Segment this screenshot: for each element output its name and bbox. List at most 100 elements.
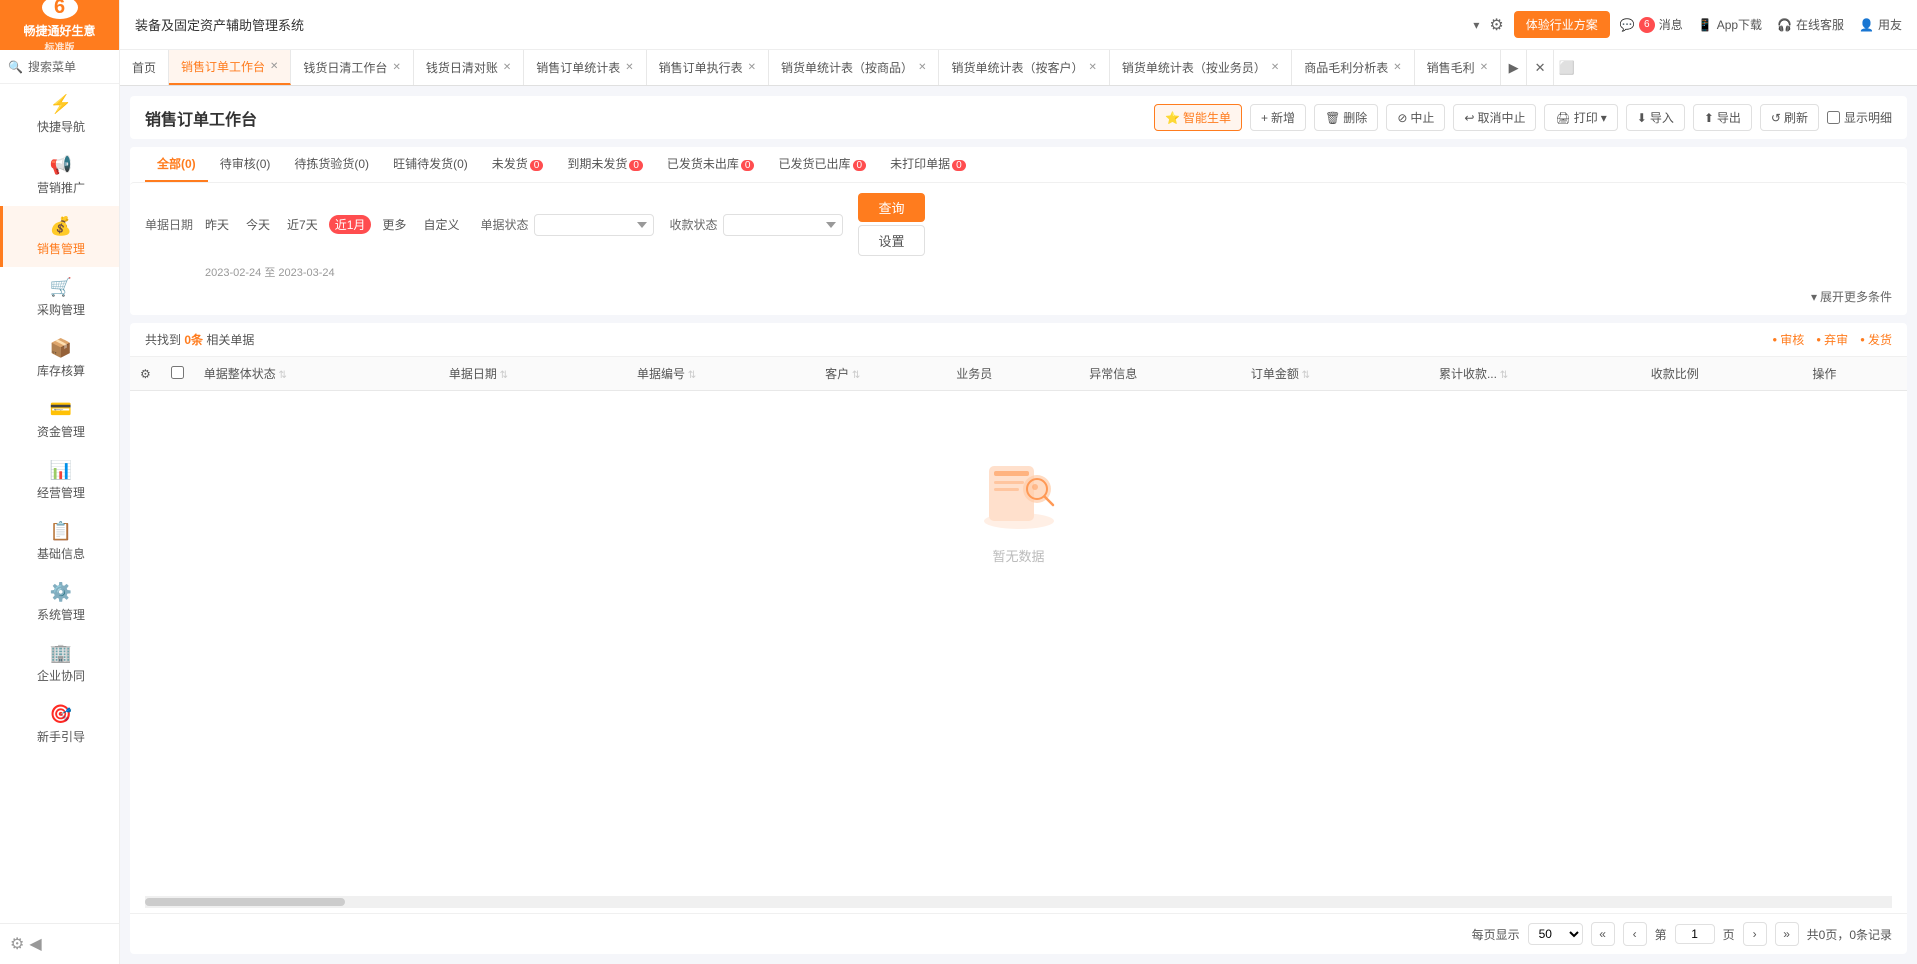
tab-close-sales-stat[interactable]: ✕ [625, 62, 633, 73]
subtab-pending-review[interactable]: 待审核(0) [208, 147, 283, 182]
tab-close-gross-profit[interactable]: ✕ [1393, 62, 1401, 73]
tab-sales-stat-staff[interactable]: 销货单统计表（按业务员） ✕ [1110, 50, 1292, 85]
th-status[interactable]: 单据整体状态 [194, 357, 439, 391]
new-btn[interactable]: + 新增 [1250, 104, 1306, 131]
subtab-shipped-not-in[interactable]: 已发货未出库0 [655, 147, 767, 182]
tab-close-all-btn[interactable]: ✕ [1527, 50, 1553, 85]
tab-close-sales-order[interactable]: ✕ [270, 61, 278, 72]
set-btn[interactable]: 设置 [858, 225, 924, 256]
sidebar-item-finance[interactable]: 💳 资金管理 [0, 389, 119, 450]
delete-btn[interactable]: 🗑 删除 [1314, 104, 1378, 131]
app-download-action[interactable]: 📱 App下载 [1698, 16, 1762, 33]
settings-icon-top[interactable]: ⚙ [1489, 15, 1503, 35]
sidebar-item-sales[interactable]: 💰 销售管理 [0, 206, 119, 267]
system-icon: ⚙️ [50, 582, 72, 603]
settings-icon[interactable]: ⚙ [10, 934, 24, 954]
scroll-thumb[interactable] [145, 898, 345, 906]
stop-btn[interactable]: ⊘ 中止 [1386, 104, 1445, 131]
tab-sales-stat-product[interactable]: 销货单统计表（按商品） ✕ [769, 50, 939, 85]
tab-close-sales-stat-customer[interactable]: ✕ [1088, 62, 1096, 73]
show-detail-label[interactable]: 显示明细 [1827, 109, 1892, 126]
search-menu[interactable]: 🔍 搜索菜单 [0, 50, 119, 84]
subtab-not-printed[interactable]: 未打印单据0 [878, 147, 978, 182]
print-btn[interactable]: 🖨 打印 ▾ [1544, 104, 1617, 131]
sidebar-item-system[interactable]: ⚙️ 系统管理 [0, 572, 119, 633]
query-btn[interactable]: 查询 [858, 193, 924, 222]
sidebar-item-enterprise[interactable]: 🏢 企业协同 [0, 633, 119, 694]
tab-sales-exec[interactable]: 销售订单执行表 ✕ [647, 50, 769, 85]
subtab-shipped-in[interactable]: 已发货已出库0 [766, 147, 878, 182]
sidebar-item-purchase[interactable]: 🛒 采购管理 [0, 267, 119, 328]
date-opt-yesterday[interactable]: 昨天 [199, 214, 235, 235]
tab-close-sales-exec[interactable]: ✕ [748, 62, 756, 73]
th-customer[interactable]: 客户 [815, 357, 946, 391]
date-opt-1month[interactable]: 近1月 [329, 215, 372, 234]
select-all-checkbox[interactable] [171, 366, 184, 379]
tab-more-btn[interactable]: ▶ [1501, 50, 1527, 85]
ship-action[interactable]: 发货 [1860, 331, 1892, 348]
tab-sales-order[interactable]: 销售订单工作台 ✕ [169, 50, 291, 85]
subtab-not-shipped[interactable]: 未发货0 [480, 147, 556, 182]
prev-page-btn[interactable]: ‹ [1623, 922, 1647, 946]
export-btn[interactable]: ⬆ 导出 [1693, 104, 1752, 131]
show-detail-checkbox[interactable] [1827, 111, 1840, 124]
sidebar-item-guide[interactable]: 🎯 新手引导 [0, 694, 119, 755]
th-settings[interactable]: ⚙ [130, 357, 161, 391]
online-service-action[interactable]: 🎧 在线客服 [1777, 16, 1844, 33]
sidebar-item-operation[interactable]: 📊 经营管理 [0, 450, 119, 511]
abandon-review-action[interactable]: 弃审 [1816, 331, 1848, 348]
user-action[interactable]: 👤 用友 [1859, 16, 1902, 33]
sidebar-item-marketing[interactable]: 📢 营销推广 [0, 145, 119, 206]
tab-sales-increase[interactable]: 销售毛利 ✕ [1415, 50, 1501, 85]
page-size-select[interactable]: 50 10 20 100 [1528, 923, 1583, 945]
review-action[interactable]: 审核 [1772, 331, 1804, 348]
tab-close-sales-stat-product[interactable]: ✕ [918, 62, 926, 73]
sales-icon: 💰 [50, 216, 72, 237]
tab-cash-reconcile[interactable]: 钱货日清对账 ✕ [414, 50, 524, 85]
expand-filter-btn[interactable]: ▾ 展开更多条件 [1811, 288, 1892, 305]
cancel-stop-btn[interactable]: ↩ 取消中止 [1453, 104, 1536, 131]
subtab-wangpu-pending[interactable]: 旺铺待发货(0) [381, 147, 480, 182]
chevron-down-icon[interactable]: ▾ [1473, 18, 1479, 32]
tab-gross-profit[interactable]: 商品毛利分析表 ✕ [1292, 50, 1414, 85]
sidebar-item-inventory[interactable]: 📦 库存核算 [0, 328, 119, 389]
page-input[interactable] [1675, 924, 1715, 944]
th-number[interactable]: 单据编号 [627, 357, 815, 391]
tab-close-cash-reconcile[interactable]: ✕ [503, 62, 511, 73]
tab-close-sales-stat-staff[interactable]: ✕ [1271, 62, 1279, 73]
subtab-pending-inspect[interactable]: 待拣货验货(0) [282, 147, 381, 182]
smart-create-btn[interactable]: ⭐ 智能生单 [1154, 104, 1242, 131]
subtab-expired-unshipped[interactable]: 到期未发货0 [555, 147, 655, 182]
horizontal-scrollbar[interactable] [145, 896, 1892, 908]
industry-btn[interactable]: 体验行业方案 [1514, 11, 1610, 38]
collapse-icon[interactable]: ◀ [29, 934, 41, 954]
first-page-btn[interactable]: « [1591, 922, 1615, 946]
status-select[interactable] [534, 214, 654, 236]
th-amount[interactable]: 订单金额 [1241, 357, 1429, 391]
th-collected[interactable]: 累计收款... [1429, 357, 1641, 391]
import-btn[interactable]: ⬇ 导入 [1626, 104, 1685, 131]
th-check[interactable] [161, 357, 194, 391]
date-opt-custom[interactable]: 自定义 [417, 214, 465, 235]
date-opt-7days[interactable]: 近7天 [281, 214, 324, 235]
tab-restore-btn[interactable]: ⬜ [1553, 50, 1579, 85]
last-page-btn[interactable]: » [1775, 922, 1799, 946]
tab-sales-stat[interactable]: 销售订单统计表 ✕ [524, 50, 646, 85]
tab-cash-daily[interactable]: 钱货日清工作台 ✕ [291, 50, 413, 85]
th-date[interactable]: 单据日期 [439, 357, 627, 391]
payment-select[interactable] [723, 214, 843, 236]
tab-sales-stat-customer[interactable]: 销货单统计表（按客户） ✕ [939, 50, 1109, 85]
message-action[interactable]: 💬 6 消息 [1620, 16, 1683, 33]
table-scroll-container[interactable]: ⚙ 单据整体状态 单据日期 单据编号 客户 业务员 异常信息 订单金额 累计收款… [130, 357, 1907, 896]
next-page-btn[interactable]: › [1743, 922, 1767, 946]
refresh-btn[interactable]: ↺ 刷新 [1760, 104, 1819, 131]
date-opt-more[interactable]: 更多 [376, 214, 412, 235]
subtab-all[interactable]: 全部(0) [145, 147, 208, 182]
tab-home[interactable]: 首页 [120, 50, 169, 85]
cancel-icon: ↩ [1464, 111, 1474, 125]
tab-close-cash-daily[interactable]: ✕ [392, 62, 400, 73]
date-opt-today[interactable]: 今天 [240, 214, 276, 235]
sidebar-item-basic[interactable]: 📋 基础信息 [0, 511, 119, 572]
sidebar-item-quick-nav[interactable]: ⚡ 快捷导航 [0, 84, 119, 145]
tab-close-sales-increase[interactable]: ✕ [1480, 62, 1488, 73]
